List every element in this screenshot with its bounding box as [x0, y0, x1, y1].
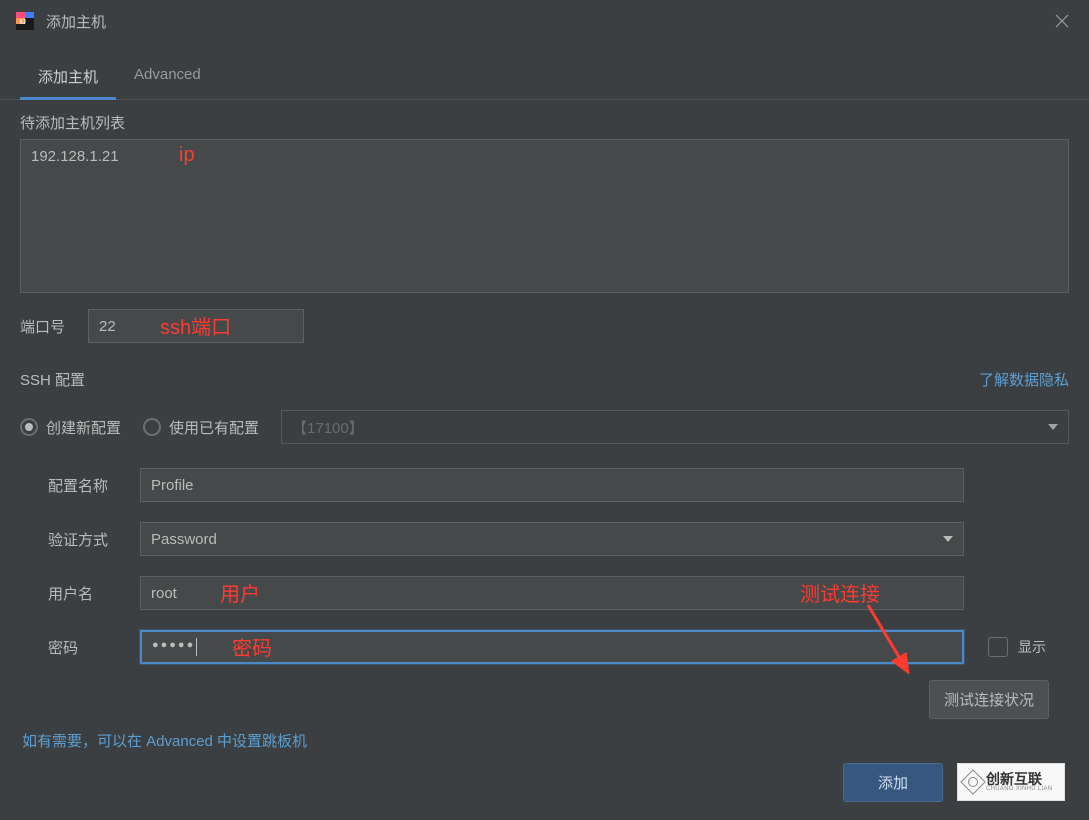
tab-advanced[interactable]: Advanced — [116, 56, 219, 100]
password-label: 密码 — [20, 637, 140, 658]
existing-config-dropdown: 【17100】 — [281, 410, 1069, 444]
show-password-checkbox[interactable] — [988, 637, 1008, 657]
auth-method-label: 验证方式 — [20, 529, 140, 550]
username-label: 用户名 — [20, 583, 140, 604]
watermark-brand: 创新互联 — [986, 772, 1052, 786]
ssh-config-label: SSH 配置 — [20, 369, 85, 390]
radio-icon-unchecked — [143, 418, 161, 436]
username-input[interactable] — [140, 576, 964, 610]
hostlist-textarea[interactable]: 192.128.1.21 ip — [20, 139, 1069, 293]
text-caret — [196, 638, 197, 656]
titlebar: IJ 添加主机 — [0, 0, 1089, 42]
tab-add-host[interactable]: 添加主机 — [20, 56, 116, 100]
help-link-jump-host[interactable]: 如有需要，可以在 Advanced 中设置跳板机 — [22, 730, 307, 751]
hostlist-label: 待添加主机列表 — [20, 112, 1069, 133]
auth-method-value: Password — [151, 531, 217, 548]
hostlist-value: 192.128.1.21 — [31, 148, 119, 165]
password-masked: ●●●●● — [152, 639, 195, 651]
radio-create-new[interactable]: 创建新配置 — [20, 417, 121, 438]
app-icon: IJ — [16, 12, 34, 30]
watermark-sub: CHUANG XINHU LIAN — [986, 786, 1052, 792]
password-input[interactable]: ●●●●● 密码 — [140, 630, 964, 664]
radio-icon-checked — [20, 418, 38, 436]
annotation-pass: 密码 — [232, 632, 272, 661]
profile-name-label: 配置名称 — [20, 475, 140, 496]
port-input[interactable] — [88, 309, 304, 343]
watermark-overlay: 创新互联 CHUANG XINHU LIAN — [957, 763, 1065, 801]
close-button[interactable] — [1051, 10, 1073, 32]
radio-label-new: 创建新配置 — [46, 417, 121, 438]
add-button[interactable]: 添加 — [843, 763, 943, 802]
profile-name-input[interactable] — [140, 468, 964, 502]
close-icon — [1054, 13, 1070, 29]
svg-text:IJ: IJ — [20, 19, 26, 26]
test-connection-button[interactable]: 测试连接状况 — [929, 680, 1049, 719]
show-password-label: 显示 — [1018, 637, 1046, 657]
footer-buttons: 添加 创新互联 CHUANG XINHU LIAN — [843, 763, 1065, 802]
radio-label-existing: 使用已有配置 — [169, 417, 259, 438]
annotation-ip: ip — [179, 144, 195, 167]
radio-use-existing[interactable]: 使用已有配置 — [143, 417, 259, 438]
watermark-logo-icon — [960, 769, 985, 794]
chevron-down-icon — [943, 536, 953, 542]
tabs: 添加主机 Advanced — [0, 56, 1089, 100]
window-title: 添加主机 — [46, 11, 106, 32]
auth-method-dropdown[interactable]: Password — [140, 522, 964, 556]
privacy-link[interactable]: 了解数据隐私 — [979, 369, 1069, 390]
port-label: 端口号 — [20, 316, 72, 337]
existing-config-value: 【17100】 — [292, 417, 364, 438]
chevron-down-icon — [1048, 424, 1058, 430]
